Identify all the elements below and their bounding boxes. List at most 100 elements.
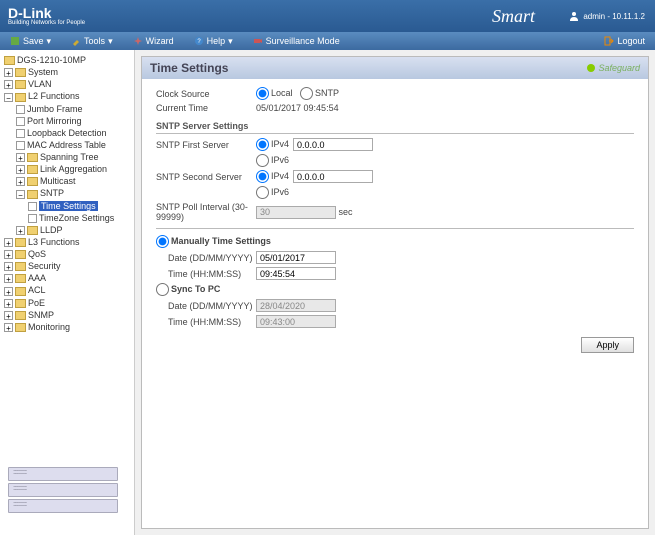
radio-input[interactable] bbox=[156, 235, 169, 248]
radio-input[interactable] bbox=[256, 186, 269, 199]
tree-label: Multicast bbox=[40, 176, 76, 186]
radio-input[interactable] bbox=[156, 283, 169, 296]
expand-icon[interactable]: + bbox=[4, 238, 13, 247]
manual-date-input[interactable] bbox=[256, 251, 336, 264]
expand-icon[interactable]: + bbox=[4, 299, 13, 308]
tree-vlan[interactable]: +VLAN bbox=[4, 78, 130, 90]
expand-icon[interactable]: + bbox=[16, 153, 25, 162]
radio-local[interactable]: Local bbox=[256, 87, 293, 100]
menu-surveillance[interactable]: Surveillance Mode bbox=[253, 36, 340, 46]
radio-local-input[interactable] bbox=[256, 87, 269, 100]
tree-poe[interactable]: +PoE bbox=[4, 297, 130, 309]
tree-multicast[interactable]: + Multicast bbox=[4, 175, 130, 187]
poll-input[interactable] bbox=[256, 206, 336, 219]
radio-input[interactable] bbox=[256, 154, 269, 167]
expand-icon[interactable]: + bbox=[4, 262, 13, 271]
tree-security[interactable]: +Security bbox=[4, 260, 130, 272]
header: D-Link Building Networks for People Smar… bbox=[0, 0, 655, 32]
expand-icon[interactable]: + bbox=[4, 311, 13, 320]
radio-input[interactable] bbox=[256, 170, 269, 183]
clock-source-label: Clock Source bbox=[156, 89, 256, 99]
tree-loopback[interactable]: Loopback Detection bbox=[4, 127, 130, 139]
tree-qos[interactable]: +QoS bbox=[4, 248, 130, 260]
time-label: Time (HH:MM:SS) bbox=[156, 317, 256, 327]
expand-icon[interactable]: + bbox=[4, 323, 13, 332]
apply-button[interactable]: Apply bbox=[581, 337, 634, 353]
tree-tzsettings[interactable]: TimeZone Settings bbox=[4, 212, 130, 224]
radio-sntp-label: SNTP bbox=[315, 88, 339, 98]
tree-system[interactable]: +System bbox=[4, 66, 130, 78]
folder-icon bbox=[27, 190, 38, 199]
menu-wizard[interactable]: Wizard bbox=[133, 36, 174, 46]
help-icon: ? bbox=[194, 36, 204, 46]
device-image bbox=[8, 467, 118, 527]
time-label: Time (HH:MM:SS) bbox=[156, 269, 256, 279]
second-ipv4-input[interactable] bbox=[293, 170, 373, 183]
wizard-icon bbox=[133, 36, 143, 46]
tree-device[interactable]: DGS-1210-10MP bbox=[4, 54, 130, 66]
expand-icon[interactable]: + bbox=[4, 68, 13, 77]
tree-label: MAC Address Table bbox=[27, 140, 106, 150]
file-icon bbox=[16, 105, 25, 114]
tree-device-label: DGS-1210-10MP bbox=[17, 55, 86, 65]
date-label: Date (DD/MM/YYYY) bbox=[156, 301, 256, 311]
sync-date-input[interactable] bbox=[256, 299, 336, 312]
tree-label: SNTP bbox=[40, 188, 64, 198]
menu-logout[interactable]: Logout bbox=[604, 36, 645, 46]
tree-l2[interactable]: −L2 Functions bbox=[4, 90, 130, 102]
tree-jumbo[interactable]: Jumbo Frame bbox=[4, 103, 130, 115]
tree-label: Spanning Tree bbox=[40, 152, 99, 162]
tree-linkagg[interactable]: +Link Aggregation bbox=[4, 163, 130, 175]
menu-save[interactable]: Save ▾ bbox=[10, 36, 51, 47]
menu-help[interactable]: ? Help ▾ bbox=[194, 36, 233, 47]
menu-tools[interactable]: Tools ▾ bbox=[71, 36, 113, 47]
radio-manual[interactable]: Manually Time Settings bbox=[156, 235, 271, 248]
tree-mactable[interactable]: MAC Address Table bbox=[4, 139, 130, 151]
tree-label: Loopback Detection bbox=[27, 128, 107, 138]
expand-icon[interactable]: + bbox=[16, 165, 25, 174]
manual-time-input[interactable] bbox=[256, 267, 336, 280]
radio-second-ipv6[interactable]: IPv6 bbox=[256, 186, 289, 199]
expand-icon[interactable]: + bbox=[16, 177, 25, 186]
radio-sntp-input[interactable] bbox=[300, 87, 313, 100]
sync-time-input[interactable] bbox=[256, 315, 336, 328]
expand-icon[interactable]: + bbox=[4, 80, 13, 89]
expand-icon[interactable]: + bbox=[4, 287, 13, 296]
menu-logout-label: Logout bbox=[617, 36, 645, 46]
tree-l3[interactable]: +L3 Functions bbox=[4, 236, 130, 248]
smart-logo: Smart bbox=[492, 6, 535, 27]
tree-lldp[interactable]: +LLDP bbox=[4, 224, 130, 236]
second-server-ipv6-row: IPv6 bbox=[156, 186, 634, 199]
expand-icon[interactable]: + bbox=[4, 250, 13, 259]
expand-icon[interactable]: + bbox=[4, 274, 13, 283]
second-server-row: SNTP Second Server IPv4 bbox=[156, 170, 634, 183]
expand-icon[interactable]: + bbox=[16, 226, 25, 235]
tree-snmp[interactable]: +SNMP bbox=[4, 309, 130, 321]
tree-spanning[interactable]: + Spanning Tree bbox=[4, 151, 130, 163]
folder-icon bbox=[27, 226, 38, 235]
radio-sntp[interactable]: SNTP bbox=[300, 87, 339, 100]
chevron-down-icon: ▾ bbox=[108, 36, 113, 47]
content: Time Settings Safeguard Clock Source Loc… bbox=[135, 50, 655, 535]
folder-icon bbox=[15, 80, 26, 89]
radio-sync[interactable]: Sync To PC bbox=[156, 283, 220, 296]
collapse-icon[interactable]: − bbox=[4, 93, 13, 102]
tree-sntp[interactable]: − SNTP bbox=[4, 187, 130, 199]
tree-timesettings[interactable]: Time Settings bbox=[4, 200, 130, 212]
radio-first-ipv4[interactable]: IPv4 bbox=[256, 138, 289, 151]
tree-aaa[interactable]: +AAA bbox=[4, 272, 130, 284]
admin-text: admin - 10.11.1.2 bbox=[583, 12, 645, 21]
sidebar-tree: DGS-1210-10MP +System +VLAN −L2 Function… bbox=[0, 50, 135, 535]
first-ipv4-input[interactable] bbox=[293, 138, 373, 151]
radio-first-ipv6[interactable]: IPv6 bbox=[256, 154, 289, 167]
tree-portmirror[interactable]: Port Mirroring bbox=[4, 115, 130, 127]
radio-input[interactable] bbox=[256, 138, 269, 151]
tree-acl[interactable]: +ACL bbox=[4, 284, 130, 296]
tree-monitoring[interactable]: +Monitoring bbox=[4, 321, 130, 333]
radio-second-ipv4[interactable]: IPv4 bbox=[256, 170, 289, 183]
file-icon bbox=[28, 214, 37, 223]
collapse-icon[interactable]: − bbox=[16, 190, 25, 199]
tools-icon bbox=[71, 36, 81, 46]
save-icon bbox=[10, 36, 20, 46]
brand-tagline: Building Networks for People bbox=[8, 20, 85, 26]
